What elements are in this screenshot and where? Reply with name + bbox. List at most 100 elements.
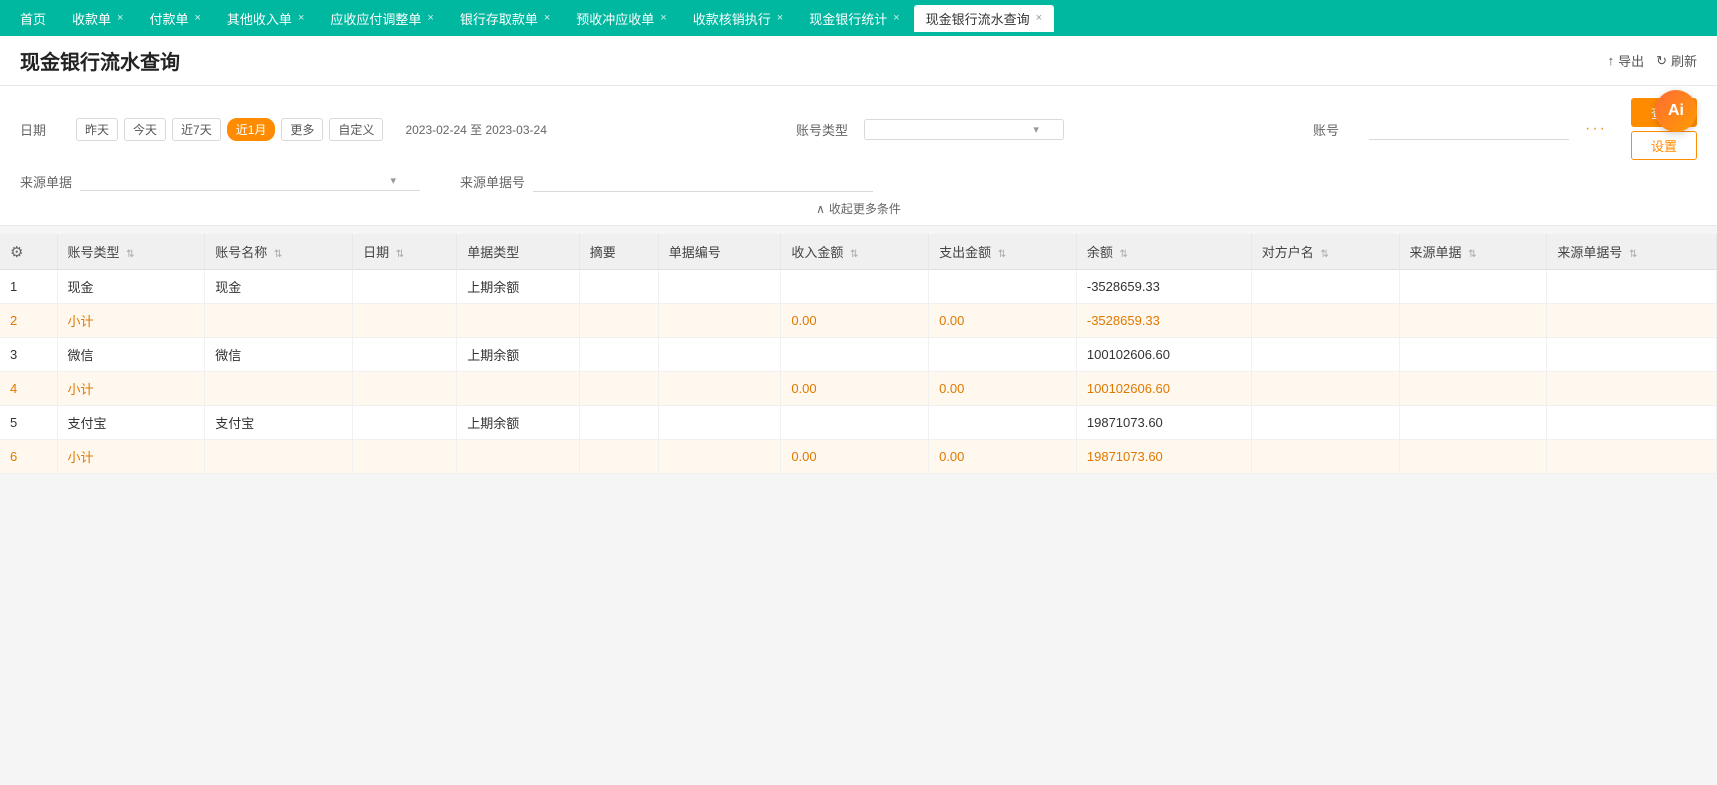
date-label: 日期	[20, 120, 60, 139]
cell-num: 1	[0, 270, 57, 304]
cell-balance: -3528659.33	[1076, 270, 1251, 304]
cell-account-type: 小计	[57, 372, 205, 406]
export-button[interactable]: ↑ 导出	[1608, 51, 1645, 70]
col-source-doc-no[interactable]: 来源单据号 ⇅	[1547, 234, 1717, 270]
close-icon[interactable]: ×	[777, 12, 783, 24]
close-icon[interactable]: ×	[194, 12, 200, 24]
cell-date	[353, 338, 457, 372]
close-icon[interactable]: ×	[117, 12, 123, 24]
cell-source-doc	[1399, 440, 1547, 474]
nav-item-adjustment[interactable]: 应收应付调整单 ×	[318, 5, 445, 32]
close-icon[interactable]: ×	[893, 12, 899, 24]
cell-account-name	[205, 440, 353, 474]
table-row: 4 小计 0.00 0.00 100102606.60	[0, 372, 1717, 406]
nav-item-cash-bank-flow[interactable]: 现金银行流水查询 ×	[914, 5, 1054, 32]
cell-doc-no	[658, 304, 781, 338]
date-btn-7days[interactable]: 近7天	[172, 118, 221, 141]
cell-date	[353, 372, 457, 406]
date-filter-row: 日期 昨天 今天 近7天 近1月 更多 自定义 2023-02-24 至 202…	[20, 98, 1697, 160]
close-icon[interactable]: ×	[1036, 12, 1042, 24]
cell-doc-type: 上期余额	[457, 406, 580, 440]
nav-item-receipt[interactable]: 收款单 ×	[60, 5, 135, 32]
col-summary: 摘要	[579, 234, 658, 270]
source-doc-select[interactable]: ▾	[80, 171, 420, 191]
sort-icon: ⇅	[1120, 249, 1128, 260]
cell-counterparty	[1251, 406, 1399, 440]
col-balance[interactable]: 余额 ⇅	[1076, 234, 1251, 270]
cell-expense	[929, 406, 1077, 440]
table-row: 2 小计 0.00 0.00 -3528659.33	[0, 304, 1717, 338]
source-doc-no-input[interactable]	[533, 170, 873, 192]
date-btn-today[interactable]: 今天	[124, 118, 166, 141]
chevron-up-icon: ∧	[816, 202, 825, 216]
cell-account-name	[205, 372, 353, 406]
col-account-name[interactable]: 账号名称 ⇅	[205, 234, 353, 270]
cell-expense: 0.00	[929, 304, 1077, 338]
cell-account-type: 现金	[57, 270, 205, 304]
sort-icon: ⇅	[1468, 249, 1476, 260]
settings-button[interactable]: 设置	[1631, 131, 1697, 160]
nav-item-bank-stats[interactable]: 现金银行统计 ×	[797, 5, 911, 32]
cell-account-name: 现金	[205, 270, 353, 304]
nav-item-payment[interactable]: 付款单 ×	[137, 5, 212, 32]
table-row: 3 微信 微信 上期余额 100102606.60	[0, 338, 1717, 372]
col-doc-no: 单据编号	[658, 234, 781, 270]
cell-doc-no	[658, 270, 781, 304]
cell-source-doc	[1399, 270, 1547, 304]
refresh-button[interactable]: ↻ 刷新	[1656, 51, 1697, 70]
cell-summary	[579, 338, 658, 372]
page-header: 现金银行流水查询 ↑ 导出 ↻ 刷新	[0, 36, 1717, 86]
col-date[interactable]: 日期 ⇅	[353, 234, 457, 270]
account-input[interactable]	[1369, 118, 1569, 140]
cell-date	[353, 406, 457, 440]
gear-icon[interactable]: ⚙	[10, 244, 23, 261]
table-header-row: ⚙ 账号类型 ⇅ 账号名称 ⇅ 日期 ⇅ 单据类型 摘要 单据编号 收入金额 ⇅…	[0, 234, 1717, 270]
chevron-down-icon: ▾	[390, 174, 396, 187]
cell-doc-no	[658, 338, 781, 372]
col-counterparty[interactable]: 对方户名 ⇅	[1251, 234, 1399, 270]
col-account-type[interactable]: 账号类型 ⇅	[57, 234, 205, 270]
nav-item-collection[interactable]: 收款核销执行 ×	[681, 5, 795, 32]
cell-num: 5	[0, 406, 57, 440]
cell-doc-type	[457, 372, 580, 406]
cell-summary	[579, 270, 658, 304]
cell-source-doc-no	[1547, 406, 1717, 440]
nav-item-home[interactable]: 首页	[8, 5, 58, 32]
account-dots-button[interactable]: ···	[1585, 120, 1607, 138]
date-btn-more[interactable]: 更多	[281, 118, 323, 141]
cell-income	[781, 338, 929, 372]
cell-income	[781, 406, 929, 440]
data-table: ⚙ 账号类型 ⇅ 账号名称 ⇅ 日期 ⇅ 单据类型 摘要 单据编号 收入金额 ⇅…	[0, 234, 1717, 474]
close-icon[interactable]: ×	[544, 12, 550, 24]
date-btn-custom[interactable]: 自定义	[329, 118, 383, 141]
cell-source-doc-no	[1547, 270, 1717, 304]
account-type-select[interactable]: ▾	[864, 119, 1064, 140]
cell-doc-type: 上期余额	[457, 338, 580, 372]
cell-account-name	[205, 304, 353, 338]
cell-balance: 100102606.60	[1076, 372, 1251, 406]
nav-item-prepayment[interactable]: 预收冲应收单 ×	[564, 5, 678, 32]
date-btn-1month[interactable]: 近1月	[227, 118, 276, 141]
account-label: 账号	[1313, 120, 1353, 139]
export-icon: ↑	[1608, 53, 1615, 68]
close-icon[interactable]: ×	[298, 12, 304, 24]
cell-source-doc	[1399, 338, 1547, 372]
col-source-doc[interactable]: 来源单据 ⇅	[1399, 234, 1547, 270]
col-expense[interactable]: 支出金额 ⇅	[929, 234, 1077, 270]
close-icon[interactable]: ×	[660, 12, 666, 24]
cell-doc-no	[658, 406, 781, 440]
col-income[interactable]: 收入金额 ⇅	[781, 234, 929, 270]
nav-item-other-income[interactable]: 其他收入单 ×	[215, 5, 316, 32]
date-btn-yesterday[interactable]: 昨天	[76, 118, 118, 141]
close-icon[interactable]: ×	[427, 12, 433, 24]
cell-expense	[929, 270, 1077, 304]
col-gear[interactable]: ⚙	[0, 234, 57, 270]
cell-date	[353, 270, 457, 304]
cell-summary	[579, 304, 658, 338]
nav-item-bank-deposit[interactable]: 银行存取款单 ×	[448, 5, 562, 32]
collapse-button[interactable]: ∧ 收起更多条件	[816, 200, 901, 217]
cell-income	[781, 270, 929, 304]
cell-income: 0.00	[781, 304, 929, 338]
ai-assistant-button[interactable]: Ai	[1655, 90, 1697, 132]
cell-counterparty	[1251, 338, 1399, 372]
